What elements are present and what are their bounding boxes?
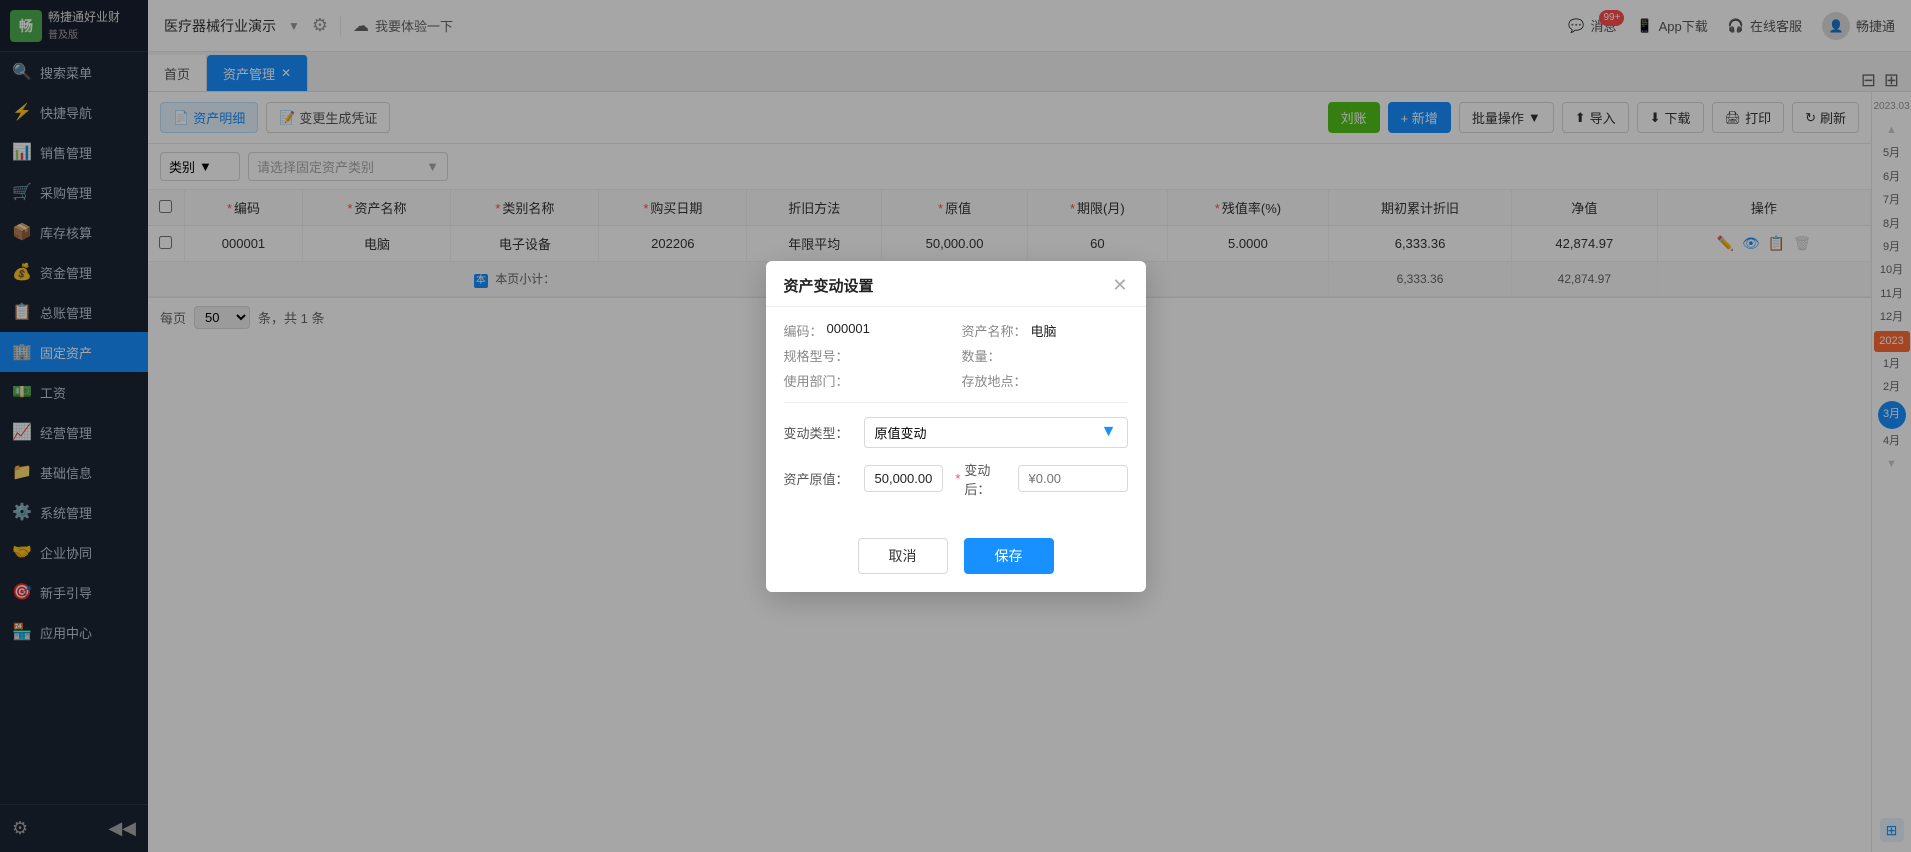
modal-name-field: 资产名称： 电脑 — [962, 321, 1128, 340]
modal-close-icon[interactable]: ✕ — [1112, 275, 1127, 296]
modal-quantity-label: 数量： — [962, 346, 1001, 365]
modal-change-type-field: 变动类型： 原值变动 ▼ — [784, 417, 1128, 448]
modal-code-field: 编码： 000001 — [784, 321, 950, 340]
modal-title: 资产变动设置 — [784, 275, 874, 296]
modal-original-value: 50,000.00 — [864, 465, 944, 492]
modal-overlay: 资产变动设置 ✕ 编码： 000001 资产名称： 电脑 规格型号： 数量： — [0, 0, 1911, 852]
asset-change-modal: 资产变动设置 ✕ 编码： 000001 资产名称： 电脑 规格型号： 数量： — [766, 261, 1146, 592]
change-type-dropdown-icon: ▼ — [1101, 423, 1117, 441]
save-button[interactable]: 保存 — [964, 538, 1054, 574]
after-change-label: 变动后： — [964, 460, 1011, 498]
change-type-value: 原值变动 — [875, 423, 927, 442]
modal-change-type-label: 变动类型： — [784, 423, 864, 442]
modal-location-label: 存放地点： — [962, 371, 1027, 390]
modal-code-label: 编码： — [784, 321, 823, 340]
modal-header: 资产变动设置 ✕ — [766, 261, 1146, 307]
modal-change-type-select[interactable]: 原值变动 ▼ — [864, 417, 1128, 448]
after-change-input[interactable] — [1018, 465, 1128, 492]
modal-dept-field: 使用部门： — [784, 371, 950, 390]
modal-code-value: 000001 — [827, 321, 870, 340]
modal-quantity-field: 数量： — [962, 346, 1128, 365]
modal-footer: 取消 保存 — [766, 524, 1146, 592]
modal-name-value: 电脑 — [1031, 321, 1057, 340]
modal-body: 编码： 000001 资产名称： 电脑 规格型号： 数量： 使用部门： — [766, 307, 1146, 524]
modal-spec-field: 规格型号： — [784, 346, 950, 365]
cancel-button[interactable]: 取消 — [858, 538, 948, 574]
modal-location-field: 存放地点： — [962, 371, 1128, 390]
required-star: * — [955, 471, 960, 486]
modal-values-field: 资产原值： 50,000.00 * 变动后： — [784, 460, 1128, 498]
modal-dept-label: 使用部门： — [784, 371, 849, 390]
modal-spec-label: 规格型号： — [784, 346, 849, 365]
modal-original-value-label: 资产原值： — [784, 469, 864, 488]
modal-name-label: 资产名称： — [962, 321, 1027, 340]
modal-info-grid: 编码： 000001 资产名称： 电脑 规格型号： 数量： 使用部门： — [784, 321, 1128, 403]
